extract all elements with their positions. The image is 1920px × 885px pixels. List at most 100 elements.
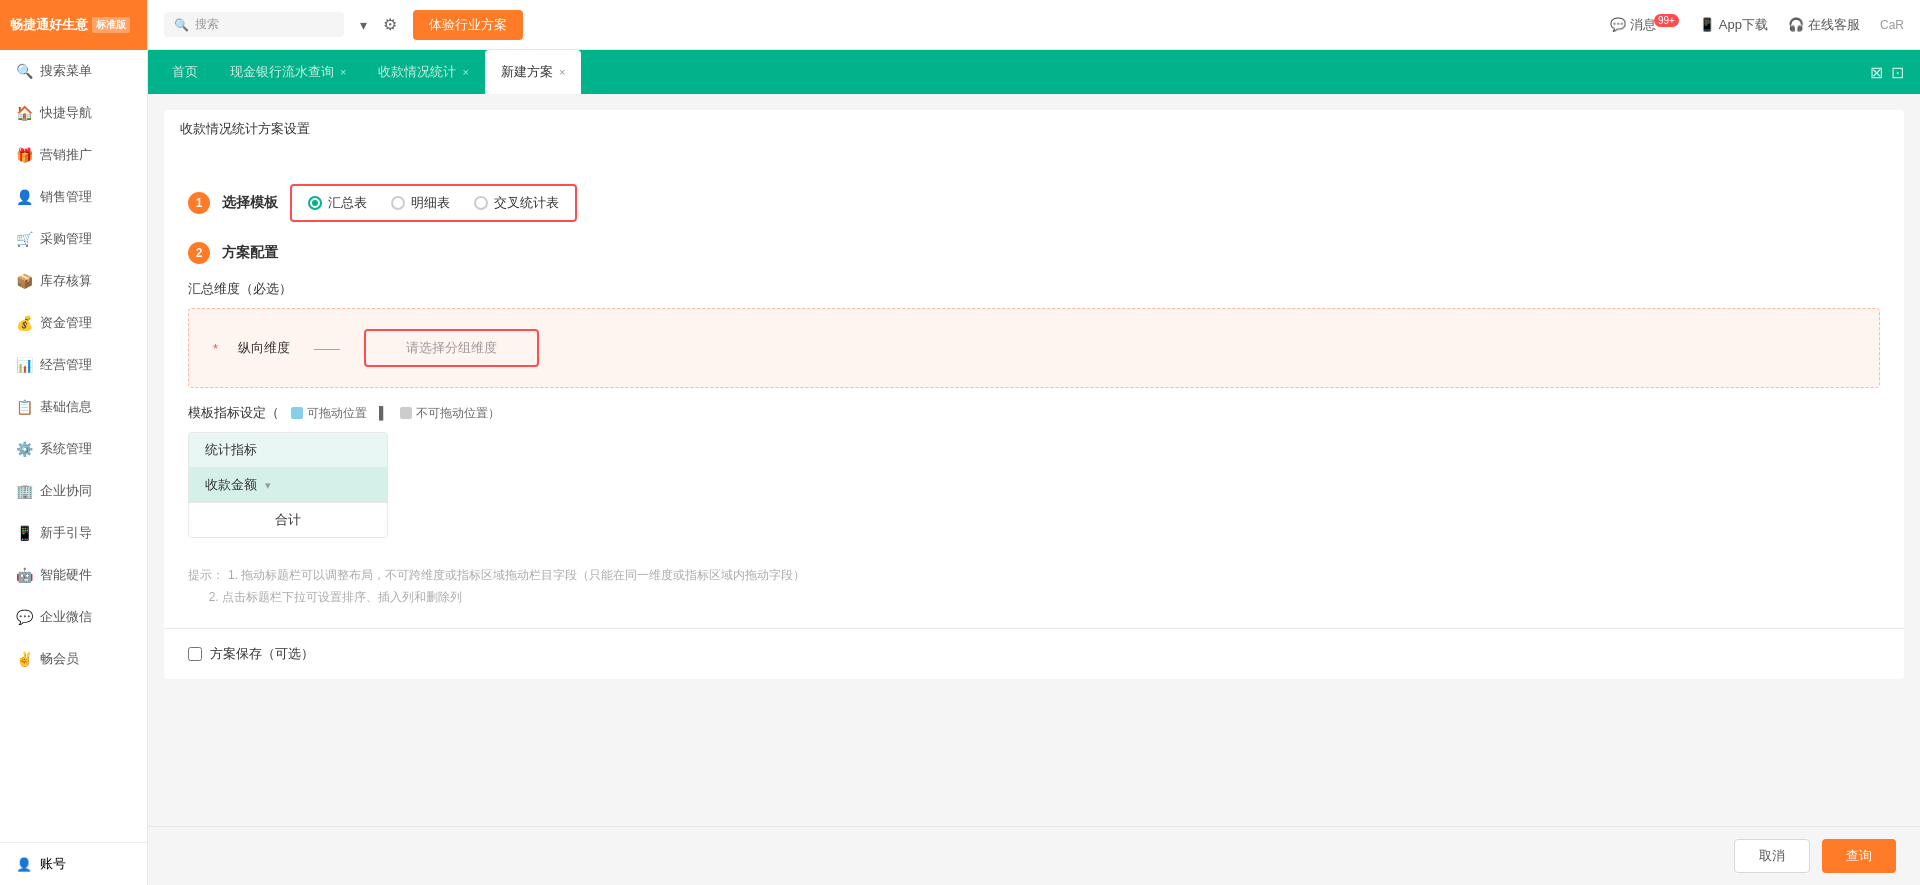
- metrics-title-text: 模板指标设定（: [188, 404, 279, 422]
- tab-close-btn[interactable]: ⊠: [1870, 63, 1883, 82]
- col-label: 收款金额: [205, 476, 257, 494]
- radio-dot-detail: [391, 196, 405, 210]
- tip-text-2: 2. 点击标题栏下拉可设置排序、插入列和删除列: [209, 587, 462, 609]
- sidebar-item-system[interactable]: ⚙️ 系统管理: [0, 428, 147, 470]
- tip-item-1: 提示： 1. 拖动标题栏可以调整布局，不可跨维度或指标区域拖动栏目字段（只能在同…: [188, 565, 1880, 587]
- sidebar-item-operations[interactable]: 📊 经营管理: [0, 344, 147, 386]
- quick-nav-icon: 🏠: [16, 105, 32, 121]
- inventory-icon: 📦: [16, 273, 32, 289]
- message-item[interactable]: 💬 消息 99+: [1610, 16, 1679, 34]
- app-download-item[interactable]: 📱 App下载: [1699, 16, 1768, 34]
- sidebar-item-guide[interactable]: 📱 新手引导: [0, 512, 147, 554]
- sidebar-item-search[interactable]: 🔍 搜索菜单: [0, 50, 147, 92]
- tab-close-new-plan[interactable]: ×: [559, 66, 565, 78]
- footer: 取消 查询: [148, 826, 1920, 885]
- query-button[interactable]: 查询: [1822, 839, 1896, 873]
- sidebar-item-smart-hw[interactable]: 🤖 智能硬件: [0, 554, 147, 596]
- tab-home[interactable]: 首页: [156, 50, 214, 94]
- message-badge: 99+: [1654, 14, 1679, 27]
- tab-label-new-plan: 新建方案: [501, 63, 553, 81]
- arrow-separator: ——: [314, 341, 340, 356]
- group-dimension-select[interactable]: 请选择分组维度: [364, 329, 539, 367]
- tip-item-2: 2. 点击标题栏下拉可设置排序、插入列和删除列: [188, 587, 1880, 609]
- sidebar-item-member[interactable]: ✌️ 畅会员: [0, 638, 147, 680]
- save-label: 方案保存（可选）: [210, 645, 314, 663]
- sidebar-label-smart-hw: 智能硬件: [40, 566, 92, 584]
- radio-cross[interactable]: 交叉统计表: [474, 194, 559, 212]
- tab-close-collection-stats[interactable]: ×: [462, 66, 468, 78]
- sidebar-item-sales[interactable]: 👤 销售管理: [0, 176, 147, 218]
- total-label: 合计: [275, 512, 301, 527]
- legend-draggable-item: 可拖动位置: [291, 405, 367, 422]
- vertical-dim-label: 纵向维度: [238, 339, 290, 357]
- save-checkbox[interactable]: [188, 647, 202, 661]
- radio-dot-summary: [308, 196, 322, 210]
- sidebar-item-purchase[interactable]: 🛒 采购管理: [0, 218, 147, 260]
- sidebar-label-search: 搜索菜单: [40, 62, 92, 80]
- trial-btn[interactable]: 体验行业方案: [413, 10, 523, 40]
- sidebar-label-purchase: 采购管理: [40, 230, 92, 248]
- tab-label-home: 首页: [172, 63, 198, 81]
- step2-header: 2 方案配置: [188, 242, 1880, 264]
- breadcrumb-text: 收款情况统计方案设置: [180, 121, 310, 136]
- sidebar-item-marketing[interactable]: 🎁 营销推广: [0, 134, 147, 176]
- step2-badge: 2: [188, 242, 210, 264]
- legend-separator: ▌: [379, 406, 388, 420]
- main-area: 🔍 搜索 ▾ ⚙ 体验行业方案 💬 消息 99+ 📱 App下载 🎧 在线客服 …: [148, 0, 1920, 885]
- sidebar-label-sales: 销售管理: [40, 188, 92, 206]
- metrics-table: 统计指标 收款金额 ▾ 合计: [188, 432, 388, 538]
- capital-icon: 💰: [16, 315, 32, 331]
- search-placeholder-text: 搜索: [195, 16, 219, 33]
- sidebar-item-capital[interactable]: 💰 资金管理: [0, 302, 147, 344]
- topbar: 🔍 搜索 ▾ ⚙ 体验行业方案 💬 消息 99+ 📱 App下载 🎧 在线客服 …: [148, 0, 1920, 50]
- app-icon: 📱: [1699, 17, 1715, 32]
- tab-expand-btn[interactable]: ⊡: [1891, 63, 1904, 82]
- smart-hw-icon: 🤖: [16, 567, 32, 583]
- tab-label-collection-stats: 收款情况统计: [378, 63, 456, 81]
- topbar-search[interactable]: 🔍 搜索: [164, 12, 344, 37]
- tab-collection-stats[interactable]: 收款情况统计 ×: [362, 50, 484, 94]
- sidebar-label-wechat: 企业微信: [40, 608, 92, 626]
- metrics-col-header[interactable]: 收款金额 ▾: [189, 467, 387, 502]
- sidebar-item-basic-info[interactable]: 📋 基础信息: [0, 386, 147, 428]
- cancel-button[interactable]: 取消: [1734, 839, 1810, 873]
- tips-section: 提示： 1. 拖动标题栏可以调整布局，不可跨维度或指标区域拖动栏目字段（只能在同…: [188, 565, 1880, 608]
- metrics-table-header[interactable]: 统计指标: [189, 433, 387, 467]
- sidebar-item-quick-nav[interactable]: 🏠 快捷导航: [0, 92, 147, 134]
- sidebar-item-inventory[interactable]: 📦 库存核算: [0, 260, 147, 302]
- step1-label: 选择模板: [222, 194, 278, 212]
- sidebar-label-marketing: 营销推广: [40, 146, 92, 164]
- sidebar-label-quick-nav: 快捷导航: [40, 104, 92, 122]
- purchase-icon: 🛒: [16, 231, 32, 247]
- radio-summary[interactable]: 汇总表: [308, 194, 367, 212]
- sidebar-item-enterprise[interactable]: 🏢 企业协同: [0, 470, 147, 512]
- sidebar-bottom-icon: 👤: [16, 857, 32, 872]
- metrics-total-row: 合计: [189, 502, 387, 537]
- topbar-gear-icon[interactable]: ⚙: [383, 15, 397, 34]
- marketing-icon: 🎁: [16, 147, 32, 163]
- dimension-title: 汇总维度（必选）: [188, 280, 1880, 298]
- tab-actions: ⊠ ⊡: [1870, 63, 1912, 82]
- tab-bank-flow[interactable]: 现金银行流水查询 ×: [214, 50, 362, 94]
- sidebar-label-guide: 新手引导: [40, 524, 92, 542]
- radio-detail[interactable]: 明细表: [391, 194, 450, 212]
- dimension-box: * 纵向维度 —— 请选择分组维度: [188, 308, 1880, 388]
- tab-new-plan[interactable]: 新建方案 ×: [485, 50, 581, 94]
- message-label: 消息: [1630, 16, 1656, 34]
- sidebar-item-wechat[interactable]: 💬 企业微信: [0, 596, 147, 638]
- col-chevron: ▾: [265, 479, 271, 492]
- topbar-dropdown[interactable]: ▾: [360, 17, 367, 33]
- page-breadcrumb: 收款情况统计方案设置: [164, 110, 1904, 148]
- tip-spacer: [188, 587, 205, 609]
- step1-badge: 1: [188, 192, 210, 214]
- tab-label-bank-flow: 现金银行流水查询: [230, 63, 334, 81]
- sidebar-label-basic-info: 基础信息: [40, 398, 92, 416]
- sidebar-label-system: 系统管理: [40, 440, 92, 458]
- sidebar-bottom-label: 账号: [40, 855, 66, 873]
- online-service-item[interactable]: 🎧 在线客服: [1788, 16, 1860, 34]
- logo-version: 标准版: [92, 17, 130, 33]
- required-star: *: [213, 341, 218, 356]
- legend-fixed-label: 不可拖动位置）: [416, 405, 500, 422]
- sidebar: 畅捷通好生意 标准版 🔍 搜索菜单 🏠 快捷导航 🎁 营销推广 👤 销售管理 🛒…: [0, 0, 148, 885]
- tab-close-bank-flow[interactable]: ×: [340, 66, 346, 78]
